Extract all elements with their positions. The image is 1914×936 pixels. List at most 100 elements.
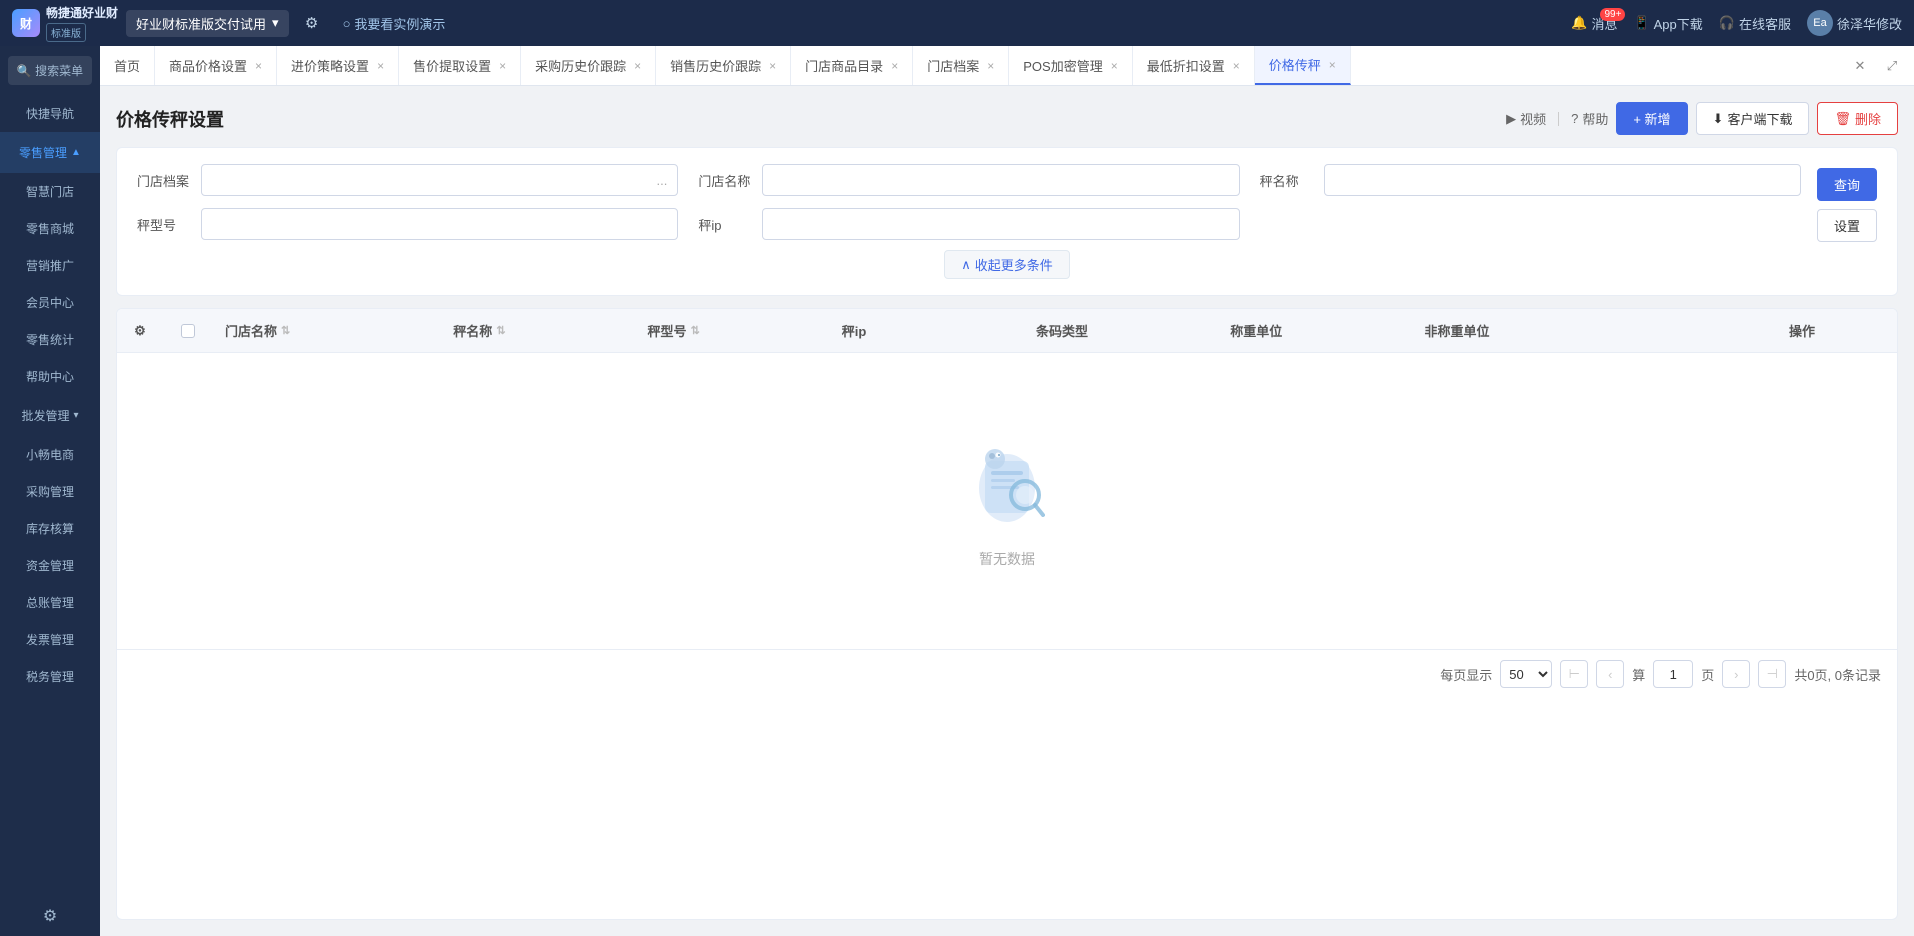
tab-close-icon[interactable]: ×: [987, 59, 994, 73]
sidebar-item-marketing[interactable]: 营销推广: [0, 247, 100, 284]
collapse-btn[interactable]: ∧ 收起更多条件: [944, 250, 1070, 279]
env-selector[interactable]: 好业财标准版交付试用 ▾: [126, 10, 289, 37]
help-link[interactable]: ? 帮助: [1571, 109, 1608, 128]
sidebar-item-tax[interactable]: 税务管理: [0, 658, 100, 695]
page-prev-btn[interactable]: ‹: [1596, 660, 1624, 688]
page-label: 页: [1701, 665, 1714, 684]
tab-min-discount[interactable]: 最低折扣设置 ×: [1133, 46, 1255, 85]
tab-purchase-history[interactable]: 采购历史价跟踪 ×: [521, 46, 656, 85]
page-first-btn[interactable]: ⊢: [1560, 660, 1588, 688]
tab-close-all-btn[interactable]: ✕: [1846, 52, 1874, 80]
user-name: 徐泽华修改: [1837, 14, 1902, 33]
user-info[interactable]: Ea 徐泽华修改: [1807, 10, 1902, 36]
sidebar-item-label: 小畅电商: [26, 446, 74, 463]
chevron-up-icon: ∧: [961, 257, 971, 273]
sidebar-item-help[interactable]: 帮助中心: [0, 358, 100, 395]
tab-label: 销售历史价跟踪: [670, 56, 761, 75]
tab-store-catalog[interactable]: 门店商品目录 ×: [791, 46, 913, 85]
env-settings-icon[interactable]: ⚙: [297, 8, 327, 38]
sidebar-gear-icon[interactable]: ⚙: [43, 906, 57, 926]
tab-price-scale[interactable]: 价格传秤 ×: [1255, 46, 1351, 85]
tab-close-icon[interactable]: ×: [634, 59, 641, 73]
tab-close-icon[interactable]: ×: [1329, 58, 1336, 72]
scale-model-input[interactable]: [201, 208, 678, 240]
field-label-archive: 门店档案: [137, 171, 193, 190]
tab-close-icon[interactable]: ×: [769, 59, 776, 73]
sidebar-item-ecommerce[interactable]: 小畅电商: [0, 436, 100, 473]
sidebar-item-retail-stats[interactable]: 零售统计: [0, 321, 100, 358]
tab-label: 售价提取设置: [413, 56, 491, 75]
store-name-input[interactable]: [762, 164, 1239, 196]
sidebar-item-accounting[interactable]: 总账管理: [0, 584, 100, 621]
tab-label: POS加密管理: [1023, 56, 1102, 75]
archive-input[interactable]: ...: [201, 164, 678, 196]
sidebar-search[interactable]: 🔍 搜索菜单: [0, 46, 100, 95]
tab-close-icon[interactable]: ×: [499, 59, 506, 73]
pagination-bar: 每页显示 10 20 50 100 ⊢ ‹ 算 页 › ⊣: [117, 649, 1897, 698]
page-input[interactable]: [1653, 660, 1693, 688]
per-page-select[interactable]: 10 20 50 100: [1500, 660, 1552, 688]
th-label: 秤名称: [453, 321, 492, 340]
sort-icon[interactable]: ⇅: [496, 324, 505, 337]
sidebar-item-smart-store[interactable]: 智慧门店: [0, 173, 100, 210]
th-label: 秤型号: [648, 321, 687, 340]
tab-home[interactable]: 首页: [100, 46, 155, 85]
select-all-checkbox[interactable]: [181, 324, 195, 338]
sort-icon[interactable]: ⇅: [691, 324, 700, 337]
sidebar-item-label: 零售商城: [26, 220, 74, 237]
sidebar-item-members[interactable]: 会员中心: [0, 284, 100, 321]
empty-state: 暂无数据: [117, 353, 1897, 649]
logo-text: 畅捷通好业财 标准版: [46, 4, 118, 42]
tab-expand-btn[interactable]: ⤢: [1878, 52, 1906, 80]
th-ops: 操作: [1777, 321, 1897, 340]
add-btn[interactable]: + 新增: [1616, 102, 1687, 135]
tab-close-icon[interactable]: ×: [255, 59, 262, 73]
page-next-btn[interactable]: ›: [1722, 660, 1750, 688]
tab-close-icon[interactable]: ×: [1111, 59, 1118, 73]
field-label-store-name: 门店名称: [698, 171, 754, 190]
tab-label: 采购历史价跟踪: [535, 56, 626, 75]
tab-pos-encryption[interactable]: POS加密管理 ×: [1009, 46, 1132, 85]
sidebar-item-inventory[interactable]: 库存核算: [0, 510, 100, 547]
field-label-scale-model: 秤型号: [137, 215, 193, 234]
sidebar-item-wholesale[interactable]: 批发管理 ▾: [0, 395, 100, 436]
tab-close-icon[interactable]: ×: [377, 59, 384, 73]
tab-close-icon[interactable]: ×: [891, 59, 898, 73]
demo-link[interactable]: ○ 我要看实例演示: [343, 14, 446, 33]
app-download-btn[interactable]: 📱 App下载: [1633, 14, 1702, 33]
tab-label: 价格传秤: [1269, 55, 1321, 74]
scale-ip-input[interactable]: [762, 208, 1239, 240]
delete-btn[interactable]: 🗑 删除: [1817, 102, 1898, 135]
sidebar-item-quick-nav[interactable]: 快捷导航: [0, 95, 100, 132]
sidebar-item-invoice[interactable]: 发票管理: [0, 621, 100, 658]
search-menu-btn[interactable]: 🔍 搜索菜单: [8, 56, 92, 85]
sidebar-item-finance[interactable]: 资金管理: [0, 547, 100, 584]
tab-sales-history[interactable]: 销售历史价跟踪 ×: [656, 46, 791, 85]
tab-bar: 首页 商品价格设置 × 进价策略设置 × 售价提取设置 × 采购历史价跟踪 ×: [100, 46, 1914, 86]
video-link[interactable]: ▶ 视频: [1506, 109, 1546, 128]
online-service-btn[interactable]: 🎧 在线客服: [1719, 14, 1791, 33]
tab-purchase-strategy[interactable]: 进价策略设置 ×: [277, 46, 399, 85]
th-settings[interactable]: ⚙: [117, 323, 163, 339]
form-row-1: 门店档案 ... 门店名称: [137, 164, 1801, 196]
download-btn[interactable]: ⬇ 客户端下载: [1696, 102, 1810, 135]
tab-sale-price-extract[interactable]: 售价提取设置 ×: [399, 46, 521, 85]
sidebar-item-retail-mall[interactable]: 零售商城: [0, 210, 100, 247]
page-header-actions: ▶ 视频 ? 帮助 + 新增 ⬇ 客户端下载: [1506, 102, 1898, 135]
add-btn-label: + 新增: [1633, 109, 1670, 128]
notification-btn[interactable]: 🔔 消息 99+: [1571, 14, 1617, 33]
scale-name-input[interactable]: [1324, 164, 1801, 196]
chevron-down-icon: ▾: [73, 410, 78, 421]
page-header: 价格传秤设置 ▶ 视频 ? 帮助 + 新增: [116, 102, 1898, 135]
page-last-btn[interactable]: ⊣: [1758, 660, 1786, 688]
sidebar-item-purchase[interactable]: 采购管理: [0, 473, 100, 510]
tab-product-price[interactable]: 商品价格设置 ×: [155, 46, 277, 85]
tab-store-files[interactable]: 门店档案 ×: [913, 46, 1009, 85]
help-link-text: 帮助: [1582, 109, 1608, 128]
settings-btn[interactable]: 设置: [1817, 209, 1877, 242]
page-content: 价格传秤设置 ▶ 视频 ? 帮助 + 新增: [100, 86, 1914, 936]
sort-icon[interactable]: ⇅: [281, 324, 290, 337]
sidebar-item-retail-management[interactable]: 零售管理 ▲: [0, 132, 100, 173]
search-btn[interactable]: 查询: [1817, 168, 1877, 201]
tab-close-icon[interactable]: ×: [1233, 59, 1240, 73]
